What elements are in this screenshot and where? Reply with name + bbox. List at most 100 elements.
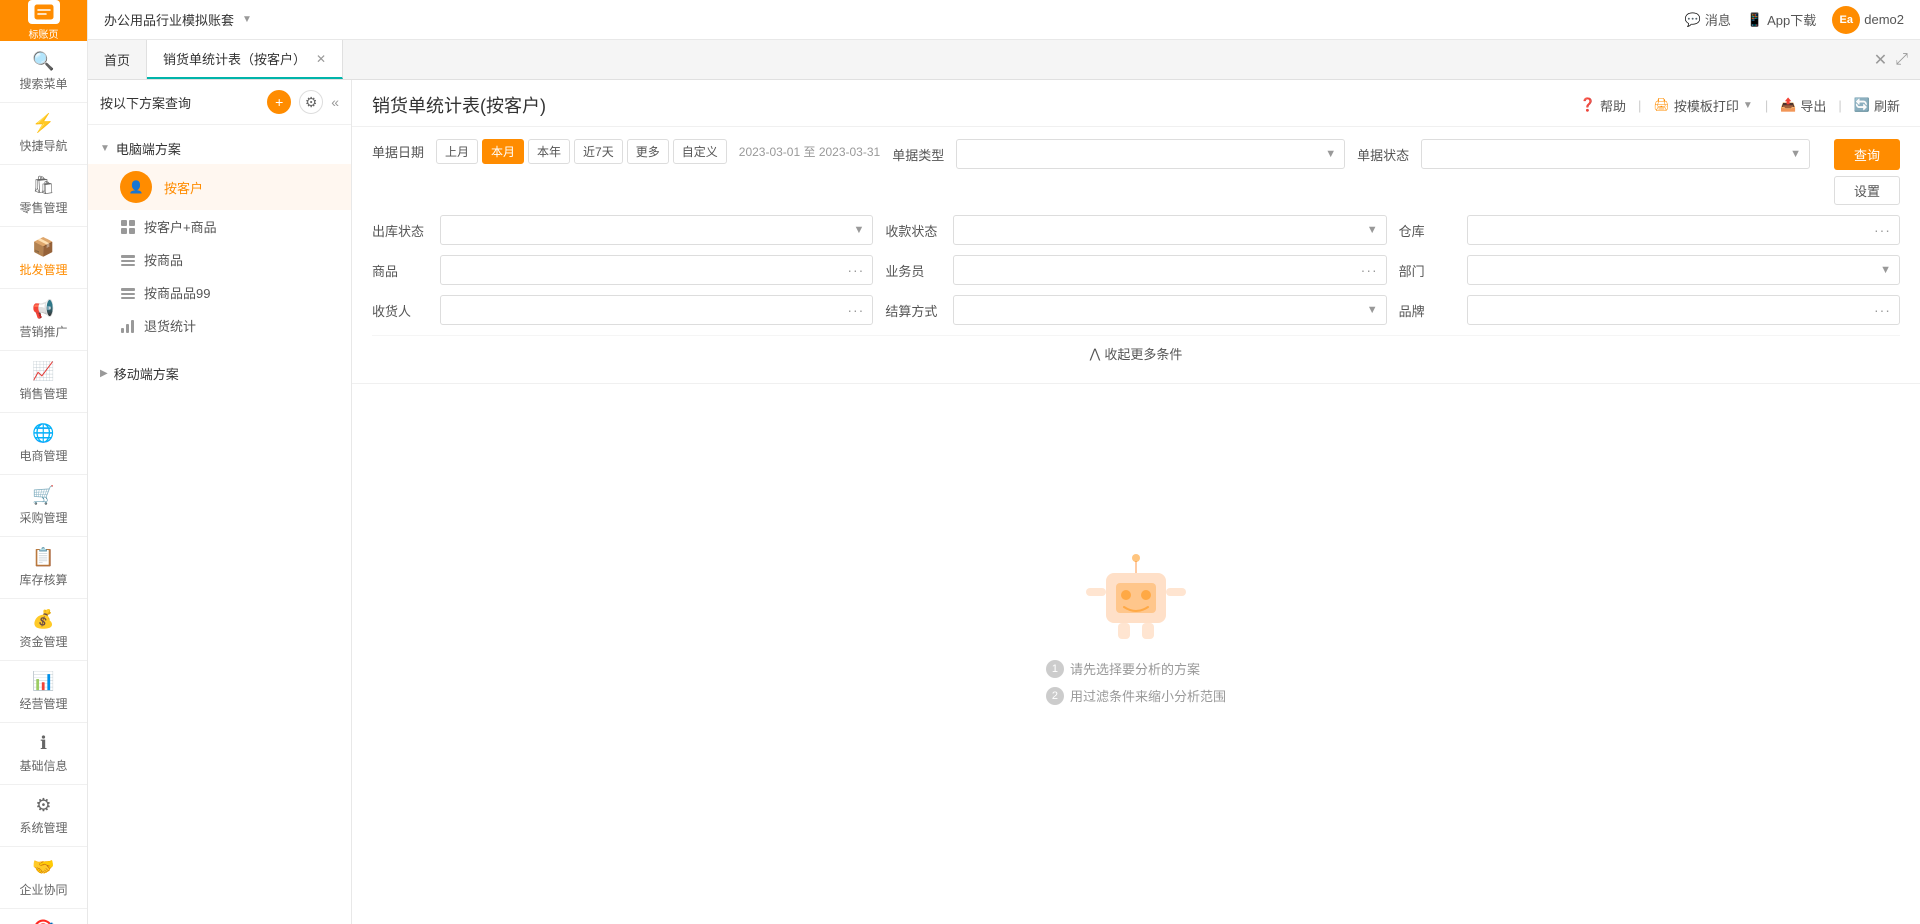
window-close-icon[interactable]: ✕	[1874, 50, 1887, 70]
tab-home[interactable]: 首页	[88, 40, 147, 79]
doc-type-dropdown-icon: ▼	[1325, 148, 1336, 160]
by-goods-icon	[120, 252, 136, 268]
tab-bar: 首页 销货单统计表（按客户） ✕ ✕ ⤢	[88, 40, 1920, 80]
date-btn-last-month[interactable]: 上月	[436, 139, 478, 164]
collapse-panel-btn[interactable]: «	[331, 94, 339, 110]
operations-mgmt-icon: 📊	[32, 671, 54, 692]
tree-parent-desktop[interactable]: ▼ 电脑端方案	[88, 133, 351, 164]
template-print-label: 按模板打印	[1674, 96, 1739, 115]
left-panel-header: 按以下方案查询 + ⚙ «	[88, 80, 351, 125]
goods-dots-icon: ···	[847, 262, 864, 278]
page-header: 销货单统计表(按客户) ❓ 帮助 | 🖨 按模板打印 ▼ | 📤	[352, 80, 1920, 127]
tab-close-icon[interactable]: ✕	[316, 52, 326, 66]
page-title: 销货单统计表(按客户)	[372, 92, 546, 118]
date-btn-this-month[interactable]: 本月	[482, 139, 524, 164]
date-btn-more[interactable]: 更多	[627, 139, 669, 164]
ecommerce-mgmt-icon: 🌐	[32, 423, 54, 444]
warehouse-select[interactable]: ···	[1467, 215, 1900, 245]
sidebar-item-inventory-calc[interactable]: 📋 库存核算	[0, 537, 87, 599]
window-maximize-icon[interactable]: ⤢	[1895, 51, 1908, 69]
sidebar-item-enterprise-coop[interactable]: 🤝 企业协同	[0, 847, 87, 909]
tip-text-1: 请先选择要分析的方案	[1070, 659, 1200, 678]
tab-sales-stats[interactable]: 销货单统计表（按客户） ✕	[147, 40, 343, 79]
sidebar-item-label: 快捷导航	[19, 137, 67, 154]
by-goods-99-icon	[120, 285, 136, 301]
salesperson-dots-icon: ···	[1361, 262, 1378, 278]
collapse-more-btn[interactable]: ⋀ 收起更多条件	[372, 335, 1900, 371]
sidebar-item-retail-mgmt[interactable]: 🛍 零售管理	[0, 165, 87, 227]
active-indicator: 👤	[120, 171, 152, 203]
wholesale-mgmt-icon: 📦	[32, 237, 54, 258]
tree-child-returns-stats[interactable]: 退货统计	[88, 309, 351, 342]
sidebar-item-label: 采购管理	[19, 509, 67, 526]
sidebar-item-ecommerce-mgmt[interactable]: 🌐 电商管理	[0, 413, 87, 475]
tree-child-by-goods-99[interactable]: 按商品品99	[88, 276, 351, 309]
sidebar-item-label: 企业协同	[19, 881, 67, 898]
sidebar-item-label: 系统管理	[19, 819, 67, 836]
tree-child-label: 按客户+商品	[144, 217, 217, 236]
returns-stats-icon	[120, 318, 136, 334]
department-select[interactable]: ▼	[1467, 255, 1900, 285]
goods-select[interactable]: ···	[440, 255, 873, 285]
out-status-select[interactable]: ▼	[440, 215, 873, 245]
doc-status-select[interactable]: ▼	[1421, 139, 1810, 169]
app-download-btn[interactable]: 📱 App下载	[1747, 10, 1816, 29]
doc-type-select[interactable]: ▼	[956, 139, 1345, 169]
salesperson-select[interactable]: ···	[953, 255, 1386, 285]
messages-btn[interactable]: 💬 消息	[1685, 10, 1731, 29]
tree-child-by-goods[interactable]: 按商品	[88, 243, 351, 276]
sidebar-item-label: 零售管理	[19, 199, 67, 216]
sales-mgmt-icon: 📈	[32, 361, 54, 382]
tree-section-desktop: ▼ 电脑端方案 👤 按客户 按客户+商品	[88, 125, 351, 350]
date-btn-custom[interactable]: 自定义	[673, 139, 727, 164]
settings-scheme-btn[interactable]: ⚙	[299, 90, 323, 114]
empty-tip-1: 1 请先选择要分析的方案	[1046, 659, 1226, 678]
tab-home-label: 首页	[104, 50, 130, 69]
recipient-select[interactable]: ···	[440, 295, 873, 325]
sidebar-item-search-menu[interactable]: 🔍 搜索菜单	[0, 41, 87, 103]
payment-status-select[interactable]: ▼	[953, 215, 1386, 245]
sidebar-item-purchase-mgmt[interactable]: 🛒 采购管理	[0, 475, 87, 537]
date-btn-this-year[interactable]: 本年	[528, 139, 570, 164]
user-profile-btn[interactable]: Ea demo2	[1832, 6, 1904, 34]
export-label: 导出	[1800, 96, 1826, 115]
sidebar-item-label: 电商管理	[19, 447, 67, 464]
avatar: Ea	[1832, 6, 1860, 34]
tree-child-label: 按商品品99	[144, 283, 210, 302]
sidebar-item-operations-mgmt[interactable]: 📊 经营管理	[0, 661, 87, 723]
settings-btn[interactable]: 设置	[1834, 176, 1900, 205]
header-right: 💬 消息 📱 App下载 Ea demo2	[1685, 6, 1904, 34]
tree-child-by-customer[interactable]: 👤 按客户	[88, 164, 351, 210]
retail-mgmt-icon: 🛍	[32, 175, 55, 196]
sidebar-item-finance-mgmt[interactable]: 💰 资金管理	[0, 599, 87, 661]
export-btn[interactable]: 📤 导出	[1780, 96, 1826, 115]
settlement-select[interactable]: ▼	[953, 295, 1386, 325]
tree-parent-mobile[interactable]: ▶ 移动端方案	[88, 358, 351, 389]
tree-child-label: 退货统计	[144, 316, 196, 335]
date-btn-last-7[interactable]: 近7天	[574, 139, 623, 164]
brand-select[interactable]: ···	[1467, 295, 1900, 325]
sidebar-item-system-mgmt[interactable]: ⚙ 系统管理	[0, 785, 87, 847]
filter-row-3: 商品 ··· 业务员 ··· 部门 ▼	[372, 255, 1900, 285]
recipient-dots-icon: ···	[847, 302, 864, 318]
template-print-btn[interactable]: 🖨 按模板打印 ▼	[1653, 96, 1752, 115]
sidebar-item-new-guide[interactable]: 🎯 新手引导	[0, 909, 87, 924]
refresh-btn[interactable]: 🔄 刷新	[1854, 96, 1900, 115]
template-print-dropdown-icon: ▼	[1743, 100, 1753, 111]
warehouse-dots-icon: ···	[1874, 222, 1891, 238]
tree-child-by-customer-goods[interactable]: 按客户+商品	[88, 210, 351, 243]
filter-row-4: 收货人 ··· 结算方式 ▼ 品牌 ···	[372, 295, 1900, 325]
sidebar-item-wholesale-mgmt[interactable]: 📦 批发管理	[0, 227, 87, 289]
sidebar-item-quick-nav[interactable]: ⚡ 快捷导航	[0, 103, 87, 165]
sidebar-item-basic-info[interactable]: ℹ 基础信息	[0, 723, 87, 785]
refresh-label: 刷新	[1874, 96, 1900, 115]
filter-row-2: 出库状态 ▼ 收款状态 ▼ 仓库 ···	[372, 215, 1900, 245]
marketing-icon: 📢	[32, 299, 54, 320]
sidebar-item-marketing[interactable]: 📢 营销推广	[0, 289, 87, 351]
header-dropdown-icon[interactable]: ▼	[242, 14, 252, 25]
collapse-more-label: 收起更多条件	[1104, 344, 1182, 363]
sidebar-item-sales-mgmt[interactable]: 📈 销售管理	[0, 351, 87, 413]
add-scheme-btn[interactable]: +	[267, 90, 291, 114]
help-btn[interactable]: ❓ 帮助	[1580, 96, 1626, 115]
query-btn[interactable]: 查询	[1834, 139, 1900, 170]
